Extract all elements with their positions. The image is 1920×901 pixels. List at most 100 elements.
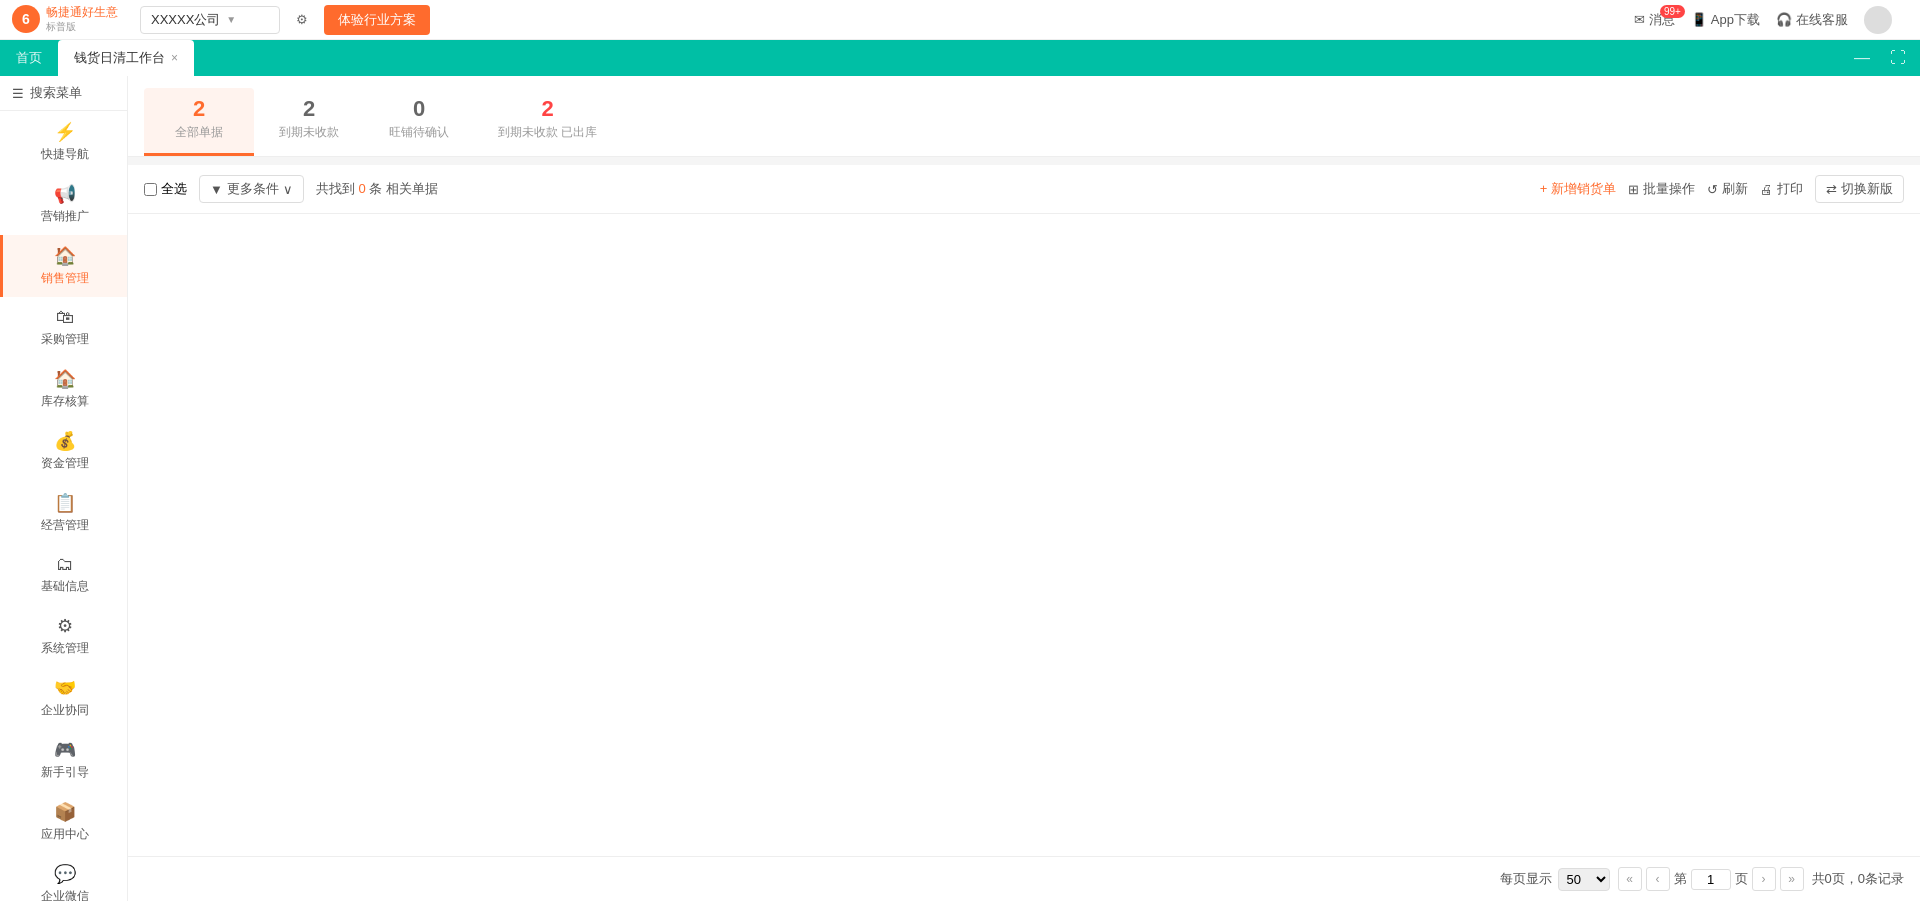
filter-button[interactable]: ▼ 更多条件 ∨ (199, 175, 304, 203)
last-page-button[interactable]: » (1780, 867, 1804, 891)
app-center-icon: 📦 (54, 801, 76, 823)
main-layout: ☰ 搜索菜单 ⚡ 快捷导航 📢 营销推广 🏠 销售管理 🛍 采购管理 🏠 库存核… (0, 76, 1920, 901)
logo-area: 6 畅捷通好生意 标普版 (12, 5, 140, 33)
purchase-label: 采购管理 (41, 331, 89, 348)
inventory-label: 库存核算 (41, 393, 89, 410)
select-all-checkbox[interactable]: 全选 (144, 180, 187, 198)
operations-label: 经营管理 (41, 517, 89, 534)
operations-icon: 📋 (54, 492, 76, 514)
tab-home[interactable]: 首页 (0, 40, 58, 76)
gear-button[interactable]: ⚙ (288, 6, 316, 34)
message-icon: ✉ (1634, 12, 1645, 27)
per-page-selector: 每页显示 50 100 200 (1500, 868, 1610, 891)
search-menu[interactable]: ☰ 搜索菜单 (0, 76, 127, 111)
print-button[interactable]: 🖨 打印 (1760, 180, 1803, 198)
filter-icon: ▼ (210, 182, 223, 197)
next-page-button[interactable]: › (1752, 867, 1776, 891)
sidebar-item-finance[interactable]: 💰 资金管理 (0, 420, 127, 482)
enterprise-label: 企业协同 (41, 702, 89, 719)
sidebar-item-marketing[interactable]: 📢 营销推广 (0, 173, 127, 235)
logo-line2: 标普版 (46, 20, 118, 34)
sidebar-item-wechat[interactable]: 💬 企业微信 (0, 853, 127, 901)
logo-icon: 6 (12, 5, 40, 33)
toolbar: 全选 ▼ 更多条件 ∨ 共找到 0 条 相关单据 + 新增销货单 ⊞ 批量操作 (128, 165, 1920, 214)
sidebar-item-inventory[interactable]: 🏠 库存核算 (0, 358, 127, 420)
prev-page-button[interactable]: ‹ (1646, 867, 1670, 891)
stat-tab-all[interactable]: 2 全部单据 (144, 88, 254, 156)
chevron-down-icon: ▼ (226, 14, 236, 25)
nav-minimize-button[interactable]: — (1848, 44, 1876, 72)
sidebar-item-sales[interactable]: 🏠 销售管理 (0, 235, 127, 297)
sidebar-item-app-center[interactable]: 📦 应用中心 (0, 791, 127, 853)
stat-label-overdue: 到期未收款 (279, 124, 339, 141)
table-area (128, 214, 1920, 856)
total-records: 共0页，0条记录 (1812, 870, 1904, 888)
switch-icon: ⇄ (1826, 182, 1837, 197)
stat-tab-overdue[interactable]: 2 到期未收款 (254, 88, 364, 156)
wechat-label: 企业微信 (41, 888, 89, 901)
per-page-select[interactable]: 50 100 200 (1558, 868, 1610, 891)
refresh-button[interactable]: ↺ 刷新 (1707, 180, 1748, 198)
page-nav: « ‹ 第 页 › » (1618, 867, 1804, 891)
finance-icon: 💰 (54, 430, 76, 452)
quick-nav-icon: ⚡ (54, 121, 76, 143)
stat-number-overdue: 2 (303, 96, 315, 122)
message-button[interactable]: ✉ 消息 99+ (1634, 11, 1675, 29)
avatar[interactable] (1864, 6, 1892, 34)
stat-number-wangpu: 0 (413, 96, 425, 122)
tab-active[interactable]: 钱货日清工作台 × (58, 40, 194, 76)
logo-line1: 畅捷通好生意 (46, 5, 118, 19)
content-area: 2 全部单据 2 到期未收款 0 旺铺待确认 2 到期未收款 已出库 全选 ▼ … (128, 76, 1920, 901)
select-all-input[interactable] (144, 183, 157, 196)
sidebar-item-purchase[interactable]: 🛍 采购管理 (0, 297, 127, 358)
newbie-label: 新手引导 (41, 764, 89, 781)
found-count: 0 (359, 181, 366, 196)
enterprise-icon: 🤝 (54, 677, 76, 699)
chevron-icon: ∨ (283, 182, 293, 197)
system-label: 系统管理 (41, 640, 89, 657)
sidebar-item-operations[interactable]: 📋 经营管理 (0, 482, 127, 544)
finance-label: 资金管理 (41, 455, 89, 472)
company-selector[interactable]: XXXXX公司 ▼ (140, 6, 280, 34)
first-page-button[interactable]: « (1618, 867, 1642, 891)
sidebar: ☰ 搜索菜单 ⚡ 快捷导航 📢 营销推广 🏠 销售管理 🛍 采购管理 🏠 库存核… (0, 76, 128, 901)
download-icon: 📱 (1691, 12, 1707, 27)
wechat-icon: 💬 (54, 863, 76, 885)
search-icon: ☰ (12, 86, 24, 101)
quick-nav-label: 快捷导航 (41, 146, 89, 163)
refresh-icon: ↺ (1707, 182, 1718, 197)
nav-tabs: 首页 钱货日清工作台 × — ⛶ (0, 40, 1920, 76)
switch-version-button[interactable]: ⇄ 切换新版 (1815, 175, 1904, 203)
company-name: XXXXX公司 (151, 11, 220, 29)
stat-label-all: 全部单据 (175, 124, 223, 141)
add-sales-order-button[interactable]: + 新增销货单 (1540, 180, 1616, 198)
stats-tabs: 2 全部单据 2 到期未收款 0 旺铺待确认 2 到期未收款 已出库 (128, 76, 1920, 157)
base-info-icon: 🗂 (56, 554, 74, 575)
purchase-icon: 🛍 (56, 307, 74, 328)
stat-tab-overdue-out[interactable]: 2 到期未收款 已出库 (474, 88, 621, 156)
top-header: 6 畅捷通好生意 标普版 XXXXX公司 ▼ ⚙ 体验行业方案 ✉ 消息 99+… (0, 0, 1920, 40)
stat-number-all: 2 (193, 96, 205, 122)
sidebar-item-base-info[interactable]: 🗂 基础信息 (0, 544, 127, 605)
online-service-button[interactable]: 🎧 在线客服 (1776, 11, 1848, 29)
tab-close-icon[interactable]: × (171, 51, 178, 65)
app-download-button[interactable]: 📱 App下载 (1691, 11, 1760, 29)
sales-icon: 🏠 (54, 245, 76, 267)
stat-tab-wangpu[interactable]: 0 旺铺待确认 (364, 88, 474, 156)
stat-label-overdue-out: 到期未收款 已出库 (498, 124, 597, 141)
page-input[interactable] (1691, 869, 1731, 890)
experience-button[interactable]: 体验行业方案 (324, 5, 430, 35)
pagination-bar: 每页显示 50 100 200 « ‹ 第 页 › » 共0页，0条记录 (128, 856, 1920, 901)
sidebar-item-enterprise[interactable]: 🤝 企业协同 (0, 667, 127, 729)
print-icon: 🖨 (1760, 182, 1773, 197)
nav-maximize-button[interactable]: ⛶ (1884, 44, 1912, 72)
sidebar-item-quick-nav[interactable]: ⚡ 快捷导航 (0, 111, 127, 173)
stat-number-overdue-out: 2 (542, 96, 554, 122)
base-info-label: 基础信息 (41, 578, 89, 595)
header-right: ✉ 消息 99+ 📱 App下载 🎧 在线客服 (1634, 6, 1908, 34)
marketing-label: 营销推广 (41, 208, 89, 225)
found-text: 共找到 0 条 相关单据 (316, 180, 438, 198)
bulk-operation-button[interactable]: ⊞ 批量操作 (1628, 180, 1695, 198)
sidebar-item-system[interactable]: ⚙ 系统管理 (0, 605, 127, 667)
sidebar-item-newbie[interactable]: 🎮 新手引导 (0, 729, 127, 791)
